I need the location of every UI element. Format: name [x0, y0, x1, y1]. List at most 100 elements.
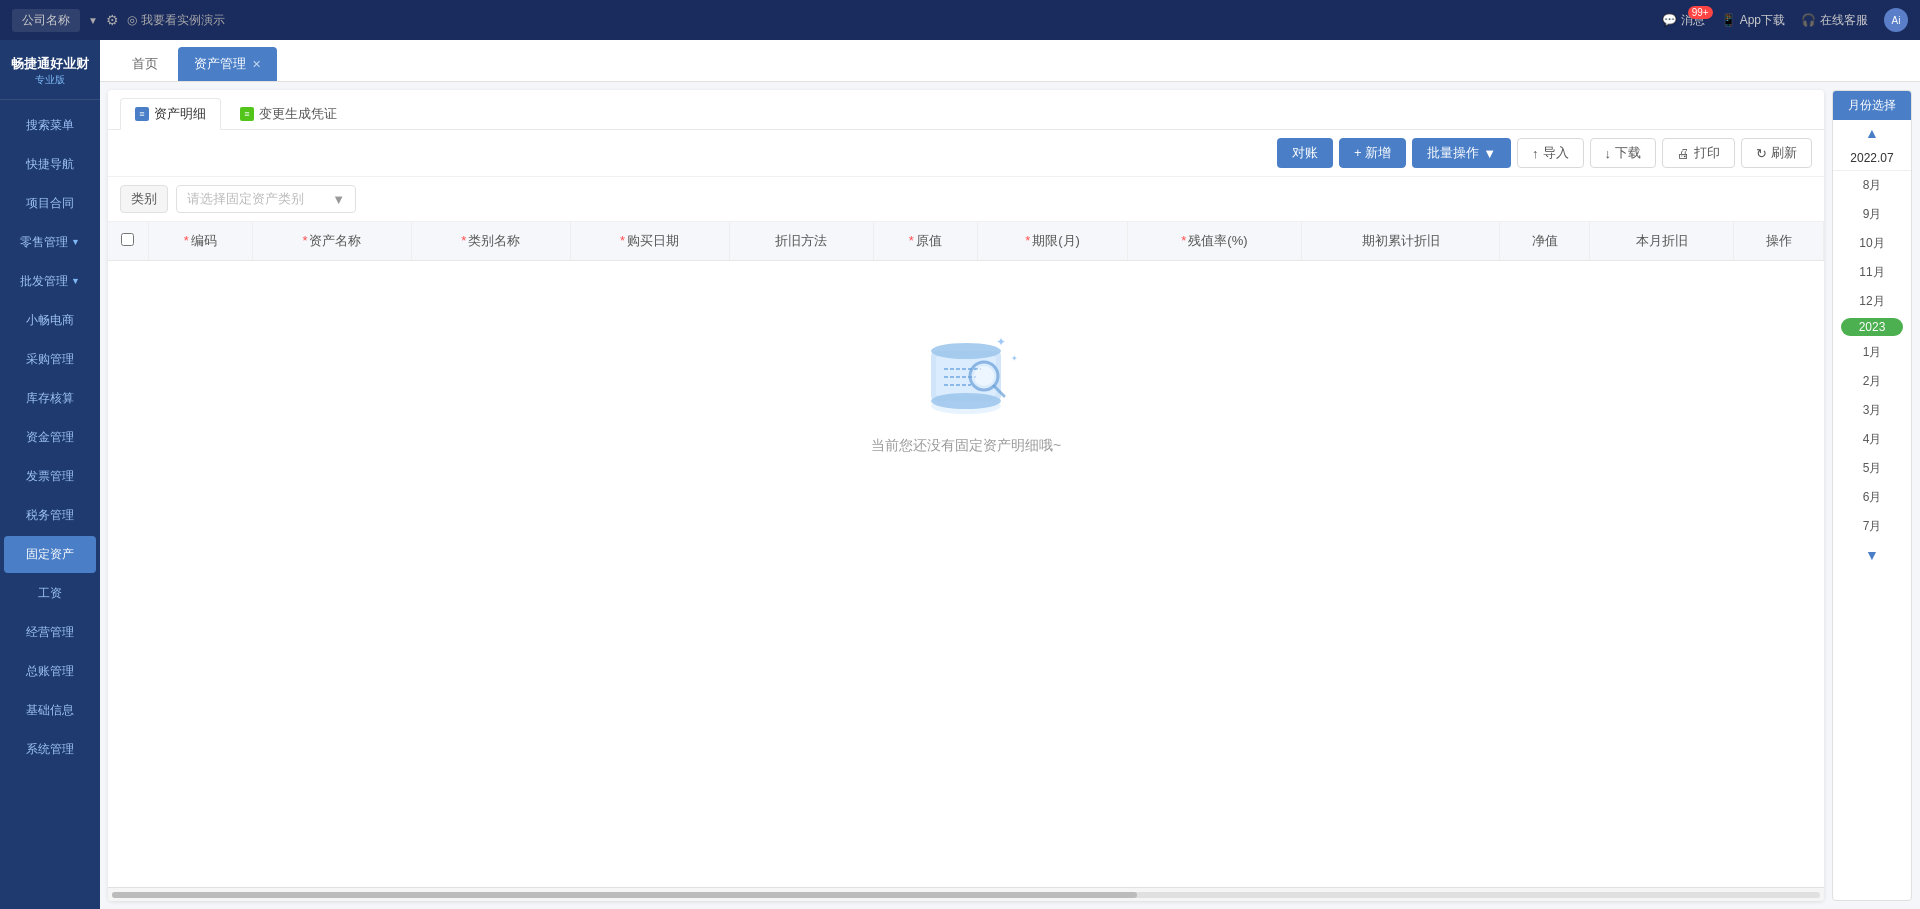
month-item-9[interactable]: 9月 [1833, 200, 1911, 229]
detail-tab-icon: ≡ [135, 107, 149, 121]
demo-icon: ◎ [127, 13, 137, 27]
svg-point-9 [974, 366, 994, 386]
category-label: 类别 [120, 185, 168, 213]
sidebar-item-assets[interactable]: 固定资产 [4, 536, 96, 573]
sidebar-item-ecom[interactable]: 小畅电商 [4, 302, 96, 339]
refresh-icon: ↻ [1756, 146, 1767, 161]
import-button[interactable]: ↑ 导入 [1517, 138, 1584, 168]
retail-arrow-icon: ▼ [71, 237, 80, 247]
month-panel-title: 月份选择 [1848, 97, 1896, 114]
gear-icon[interactable]: ⚙ [106, 12, 119, 28]
wholesale-arrow-icon: ▼ [71, 276, 80, 286]
message-badge: 99+ [1688, 6, 1713, 19]
sidebar-item-ops[interactable]: 经营管理 [4, 614, 96, 651]
headset-icon: 🎧 [1801, 13, 1816, 27]
sidebar-item-project[interactable]: 项目合同 [4, 185, 96, 222]
sidebar-item-tax[interactable]: 税务管理 [4, 497, 96, 534]
top-bar-left: 公司名称 ▼ ⚙ ◎ 我要看实例演示 [12, 9, 1652, 32]
month-item-2[interactable]: 2月 [1833, 367, 1911, 396]
month-item-6[interactable]: 6月 [1833, 483, 1911, 512]
print-button[interactable]: 🖨 打印 [1662, 138, 1735, 168]
company-dropdown-icon[interactable]: ▼ [88, 15, 98, 26]
empty-text: 当前您还没有固定资产明细哦~ [871, 437, 1061, 455]
tab-close-icon[interactable]: ✕ [252, 58, 261, 71]
month-item-8[interactable]: 8月 [1833, 171, 1911, 200]
sidebar-item-wholesale[interactable]: 批发管理▼ [4, 263, 96, 300]
tab-bar: 首页 资产管理 ✕ [100, 40, 1920, 82]
svg-text:✦: ✦ [1011, 354, 1018, 363]
sidebar-item-purchase[interactable]: 采购管理 [4, 341, 96, 378]
month-item-1[interactable]: 1月 [1833, 338, 1911, 367]
sidebar-item-ledger[interactable]: 总账管理 [4, 653, 96, 690]
col-monthly-dep: 本月折旧 [1589, 222, 1733, 261]
download-icon: ↓ [1605, 146, 1612, 161]
content-area: 首页 资产管理 ✕ ≡ 资产明细 ≡ 变更生成凭证 [100, 40, 1920, 909]
scrollbar-thumb [112, 892, 1137, 898]
filter-row: 类别 请选择固定资产类别 ▼ [108, 177, 1824, 222]
month-item-3[interactable]: 3月 [1833, 396, 1911, 425]
main-layout: 畅捷通好业财 专业版 搜索菜单 快捷导航 项目合同 零售管理▼ 批发管理▼ 小畅… [0, 40, 1920, 909]
sidebar-item-basic[interactable]: 基础信息 [4, 692, 96, 729]
sidebar-item-search[interactable]: 搜索菜单 [4, 107, 96, 144]
col-net-value: 净值 [1500, 222, 1590, 261]
month-up-btn[interactable]: ▲ [1859, 123, 1885, 143]
batch-button[interactable]: 批量操作 ▼ [1412, 138, 1511, 168]
duizhang-button[interactable]: 对账 [1277, 138, 1333, 168]
month-item-7[interactable]: 7月 [1833, 512, 1911, 541]
svg-text:✦: ✦ [996, 335, 1006, 349]
download-button[interactable]: ↓ 下载 [1590, 138, 1657, 168]
sub-tab-voucher[interactable]: ≡ 变更生成凭证 [225, 98, 352, 130]
month-item-12[interactable]: 12月 [1833, 287, 1911, 316]
scrollbar-track [112, 892, 1820, 898]
col-residual: *残值率(%) [1127, 222, 1301, 261]
col-accum-dep: 期初累计折旧 [1301, 222, 1499, 261]
empty-state: ✦ ✦ 当前您还没有固定资产明细哦~ [108, 261, 1824, 515]
sidebar: 畅捷通好业财 专业版 搜索菜单 快捷导航 项目合同 零售管理▼ 批发管理▼ 小畅… [0, 40, 100, 909]
sub-tab-detail[interactable]: ≡ 资产明细 [120, 98, 221, 130]
month-item-5[interactable]: 5月 [1833, 454, 1911, 483]
toolbar: 对账 + 新增 批量操作 ▼ ↑ 导入 ↓ 下载 🖨 [108, 130, 1824, 177]
sidebar-item-retail[interactable]: 零售管理▼ [4, 224, 96, 261]
current-year-label[interactable]: 2022.07 [1833, 146, 1911, 171]
main-panel: ≡ 资产明细 ≡ 变更生成凭证 对账 + 新增 批量操作 ▼ [108, 90, 1824, 901]
year-badge-2023[interactable]: 2023 [1841, 318, 1903, 336]
sub-tabs: ≡ 资产明细 ≡ 变更生成凭证 [108, 90, 1824, 130]
tab-assets[interactable]: 资产管理 ✕ [178, 47, 277, 81]
import-icon: ↑ [1532, 146, 1539, 161]
month-down-btn[interactable]: ▼ [1859, 545, 1885, 565]
col-original: *原值 [873, 222, 978, 261]
select-all-checkbox[interactable] [121, 233, 134, 246]
col-code: *编码 [148, 222, 253, 261]
tab-home[interactable]: 首页 [116, 47, 174, 81]
message-icon: 💬 [1662, 13, 1677, 27]
online-service-btn[interactable]: 🎧 在线客服 [1801, 12, 1868, 29]
app-download-btn[interactable]: 📱 App下载 [1721, 12, 1785, 29]
month-item-11[interactable]: 11月 [1833, 258, 1911, 287]
sidebar-item-inventory[interactable]: 库存核算 [4, 380, 96, 417]
month-panel-header: 月份选择 [1833, 91, 1911, 120]
category-select[interactable]: 请选择固定资产类别 ▼ [176, 185, 356, 213]
sidebar-item-invoice[interactable]: 发票管理 [4, 458, 96, 495]
page-content: ≡ 资产明细 ≡ 变更生成凭证 对账 + 新增 批量操作 ▼ [100, 82, 1920, 909]
bottom-scrollbar[interactable] [108, 887, 1824, 901]
table-header-row: *编码 *资产名称 *类别名称 *购买日期 折旧方法 *原值 *期限(月) *残… [108, 222, 1824, 261]
user-avatar[interactable]: Ai [1884, 8, 1908, 32]
svg-point-4 [931, 393, 1001, 409]
print-icon: 🖨 [1677, 146, 1690, 161]
col-date: *购买日期 [570, 222, 729, 261]
add-button[interactable]: + 新增 [1339, 138, 1406, 168]
messages-btn[interactable]: 💬 消息 99+ [1662, 12, 1705, 29]
phone-icon: 📱 [1721, 13, 1736, 27]
sidebar-item-quicknav[interactable]: 快捷导航 [4, 146, 96, 183]
refresh-button[interactable]: ↻ 刷新 [1741, 138, 1812, 168]
sidebar-item-system[interactable]: 系统管理 [4, 731, 96, 768]
month-item-10[interactable]: 10月 [1833, 229, 1911, 258]
company-name[interactable]: 公司名称 [12, 9, 80, 32]
empty-illustration: ✦ ✦ [906, 321, 1026, 421]
sidebar-item-fund[interactable]: 资金管理 [4, 419, 96, 456]
sidebar-item-salary[interactable]: 工资 [4, 575, 96, 612]
month-item-4[interactable]: 4月 [1833, 425, 1911, 454]
brand-sub: 专业版 [6, 73, 94, 87]
demo-link[interactable]: ◎ 我要看实例演示 [127, 12, 225, 29]
select-arrow-icon: ▼ [332, 192, 345, 207]
